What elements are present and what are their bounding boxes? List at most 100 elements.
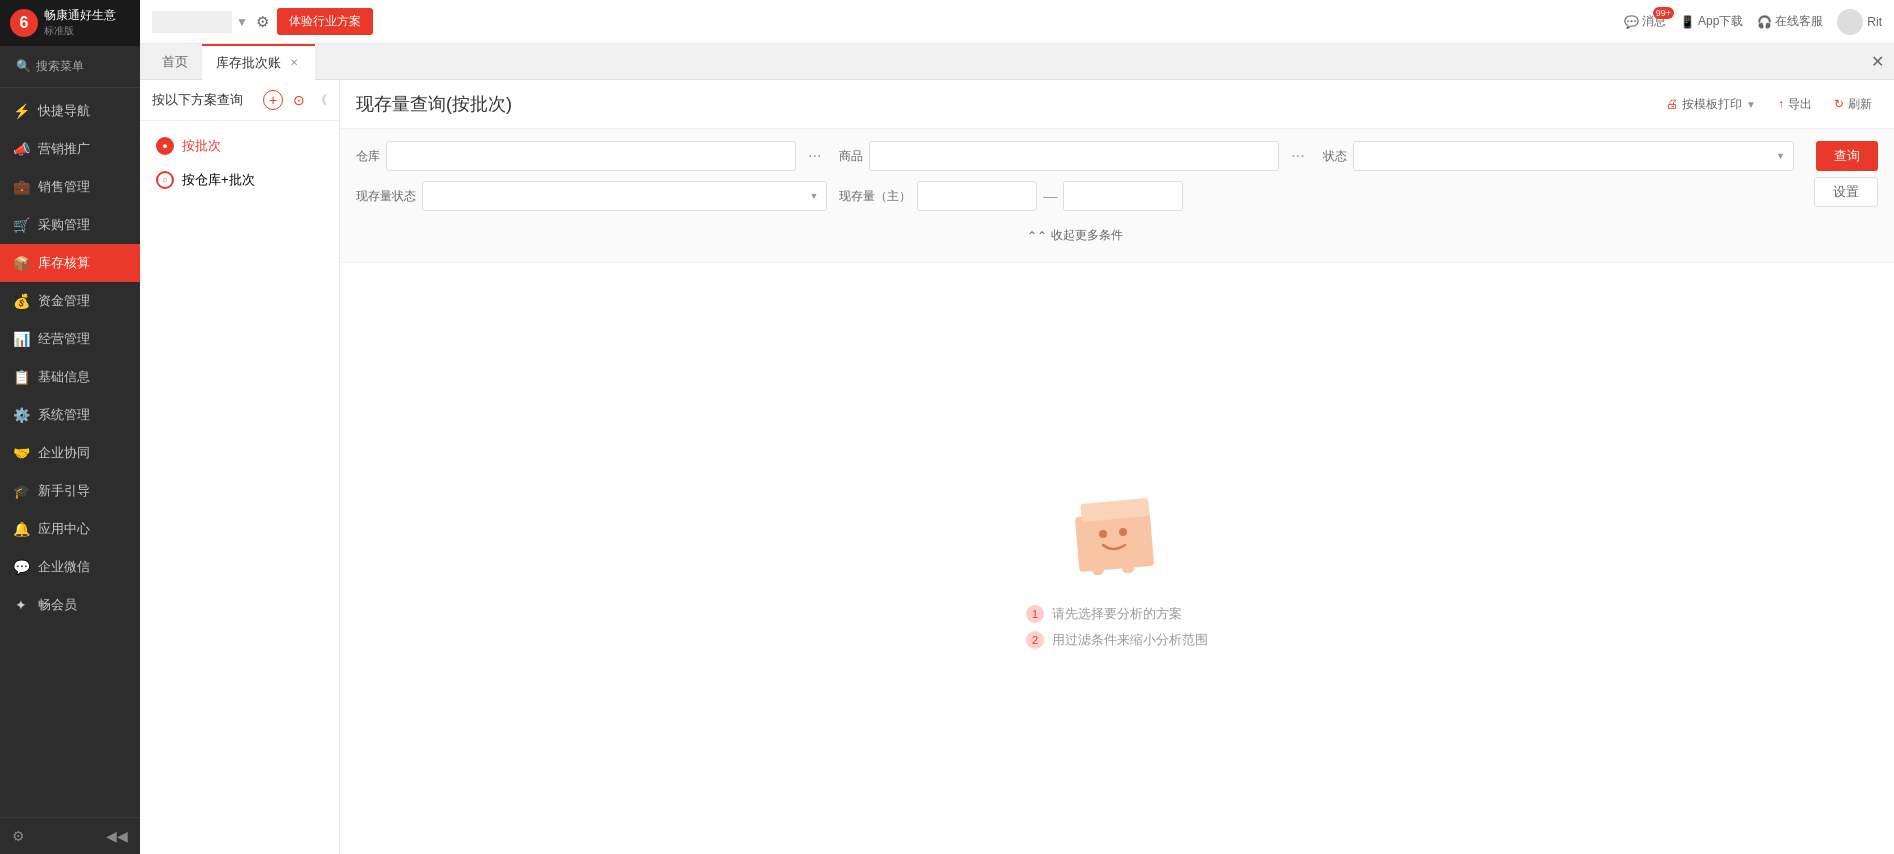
app-download-action[interactable]: 📱 App下载: [1680, 13, 1743, 30]
scheme-list: ● 按批次 ○ 按仓库+批次: [140, 121, 339, 854]
tab-home-label: 首页: [162, 53, 188, 71]
goods-field: 商品 ···: [839, 141, 1310, 171]
collapse-sidebar-icon[interactable]: ◀◀: [106, 828, 128, 844]
warehouse-field: 仓库 ···: [356, 141, 827, 171]
sidebar-item-basic[interactable]: 📋 基础信息: [0, 358, 140, 396]
stock-status-dropdown-icon: ▼: [809, 191, 818, 201]
status-select[interactable]: ▼: [1353, 141, 1794, 171]
online-service-action[interactable]: 🎧 在线客服: [1757, 13, 1823, 30]
purchase-icon: 🛒: [12, 216, 30, 234]
goods-input[interactable]: [869, 141, 1279, 171]
stock-qty-field: 现存量（主） —: [839, 181, 1310, 211]
status-dropdown-icon: ▼: [1776, 151, 1785, 161]
refresh-label: 刷新: [1848, 96, 1872, 113]
system-label: 系统管理: [38, 406, 90, 424]
page-titlebar: 现存量查询(按批次) 🖨 按模板打印 ▼ ↑ 导出 ↻ 刷新: [340, 80, 1894, 129]
range-separator: —: [1043, 188, 1057, 204]
scheme-item-batch[interactable]: ● 按批次: [140, 129, 339, 163]
sidebar-item-purchase[interactable]: 🛒 采购管理: [0, 206, 140, 244]
member-icon: ✦: [12, 596, 30, 614]
sidebar-item-newbie[interactable]: 🎓 新手引导: [0, 472, 140, 510]
stock-status-field: 现存量状态 ▼: [356, 181, 827, 211]
purchase-label: 采购管理: [38, 216, 90, 234]
topbar-actions: 💬 消息 99+ 📱 App下载 🎧 在线客服 Rit: [1624, 9, 1882, 35]
search-menu-button[interactable]: 🔍 搜索菜单: [10, 54, 130, 79]
hint-item-1: 1 请先选择要分析的方案: [1026, 605, 1208, 623]
print-icon: 🖨: [1666, 97, 1678, 111]
tab-close-icon[interactable]: ✕: [287, 56, 301, 70]
sidebar-item-sales[interactable]: 💼 销售管理: [0, 168, 140, 206]
app-name: 畅康通好生意: [44, 8, 116, 24]
search-menu-label: 搜索菜单: [36, 58, 84, 75]
quick-nav-label: 快捷导航: [38, 102, 90, 120]
sales-label: 销售管理: [38, 178, 90, 196]
sidebar-search-area[interactable]: 🔍 搜索菜单: [0, 46, 140, 88]
print-button[interactable]: 🖨 按模板打印 ▼: [1660, 93, 1762, 116]
goods-more-icon[interactable]: ···: [1285, 145, 1310, 167]
stock-status-select[interactable]: ▼: [422, 181, 827, 211]
newbie-label: 新手引导: [38, 482, 90, 500]
user-menu[interactable]: Rit: [1837, 9, 1882, 35]
query-button[interactable]: 查询: [1816, 141, 1878, 171]
inventory-label: 库存核算: [38, 254, 90, 272]
sidebar-item-operation[interactable]: 📊 经营管理: [0, 320, 140, 358]
scheme-settings-icon[interactable]: ⊙: [289, 90, 309, 110]
warehouse-input[interactable]: [386, 141, 796, 171]
page-title: 现存量查询(按批次): [356, 92, 512, 116]
experience-button[interactable]: 体验行业方案: [277, 8, 373, 35]
gear-icon[interactable]: ⚙: [256, 13, 269, 31]
enterprise-icon: 🤝: [12, 444, 30, 462]
messages-badge: 99+: [1653, 7, 1674, 19]
empty-svg: [1057, 469, 1177, 589]
operation-icon: 📊: [12, 330, 30, 348]
sidebar-item-inventory[interactable]: 📦 库存核算: [0, 244, 140, 282]
warehouse-more-icon[interactable]: ···: [802, 145, 827, 167]
print-dropdown-icon[interactable]: ▼: [1746, 99, 1756, 110]
member-label: 畅会员: [38, 596, 77, 614]
add-scheme-button[interactable]: +: [263, 90, 283, 110]
apps-icon: 🔔: [12, 520, 30, 538]
svg-point-2: [1099, 530, 1107, 538]
stock-qty-label: 现存量（主）: [839, 188, 911, 205]
settings-icon[interactable]: ⚙: [12, 828, 25, 844]
message-icon: 💬: [1624, 15, 1639, 29]
warehouse-label: 仓库: [356, 148, 380, 165]
content-area: 按以下方案查询 + ⊙ 《 ● 按批次 ○ 按仓库+批次: [140, 80, 1894, 854]
sidebar-header: 6 畅康通好生意 标准版: [0, 0, 140, 46]
set-button[interactable]: 设置: [1814, 177, 1878, 207]
sidebar-title-area: 畅康通好生意 标准版: [44, 8, 116, 38]
left-panel: 按以下方案查询 + ⊙ 《 ● 按批次 ○ 按仓库+批次: [140, 80, 340, 854]
sidebar-item-wechat[interactable]: 💬 企业微信: [0, 548, 140, 586]
right-content: 现存量查询(按批次) 🖨 按模板打印 ▼ ↑ 导出 ↻ 刷新: [340, 80, 1894, 854]
close-all-tabs-icon[interactable]: ✕: [1871, 52, 1884, 71]
sales-icon: 💼: [12, 178, 30, 196]
chevron-up-icon: ⌃⌃: [1027, 229, 1047, 243]
scheme-item-warehouse-batch[interactable]: ○ 按仓库+批次: [140, 163, 339, 197]
filter-area: 仓库 ··· 商品 ··· 状态: [340, 129, 1894, 263]
sidebar-item-marketing[interactable]: 📣 营销推广: [0, 130, 140, 168]
empty-illustration: [1057, 469, 1177, 589]
refresh-button[interactable]: ↻ 刷新: [1828, 93, 1878, 116]
marketing-icon: 📣: [12, 140, 30, 158]
operation-label: 经营管理: [38, 330, 90, 348]
sidebar-item-enterprise[interactable]: 🤝 企业协同: [0, 434, 140, 472]
filter-buttons: 查询 设置: [1806, 141, 1878, 207]
refresh-icon: ↻: [1834, 97, 1844, 111]
export-button[interactable]: ↑ 导出: [1772, 93, 1818, 116]
sidebar-item-apps[interactable]: 🔔 应用中心: [0, 510, 140, 548]
collapse-left-panel-icon[interactable]: 《: [315, 92, 327, 109]
sidebar-item-system[interactable]: ⚙️ 系统管理: [0, 396, 140, 434]
tab-inventory-batch[interactable]: 库存批次账 ✕: [202, 44, 315, 80]
sidebar-item-member[interactable]: ✦ 畅会员: [0, 586, 140, 624]
phone-icon: 📱: [1680, 15, 1695, 29]
sidebar-item-quick-nav[interactable]: ⚡ 快捷导航: [0, 92, 140, 130]
messages-action[interactable]: 💬 消息 99+: [1624, 13, 1666, 30]
stock-qty-max-input[interactable]: [1063, 181, 1183, 211]
tab-home[interactable]: 首页: [148, 44, 202, 80]
goods-label: 商品: [839, 148, 863, 165]
svg-point-3: [1119, 528, 1127, 536]
sidebar-item-finance[interactable]: 💰 资金管理: [0, 282, 140, 320]
status-field: 状态 ▼: [1323, 141, 1794, 171]
collapse-more-btn[interactable]: ⌃⌃ 收起更多条件: [356, 221, 1794, 250]
stock-qty-min-input[interactable]: [917, 181, 1037, 211]
